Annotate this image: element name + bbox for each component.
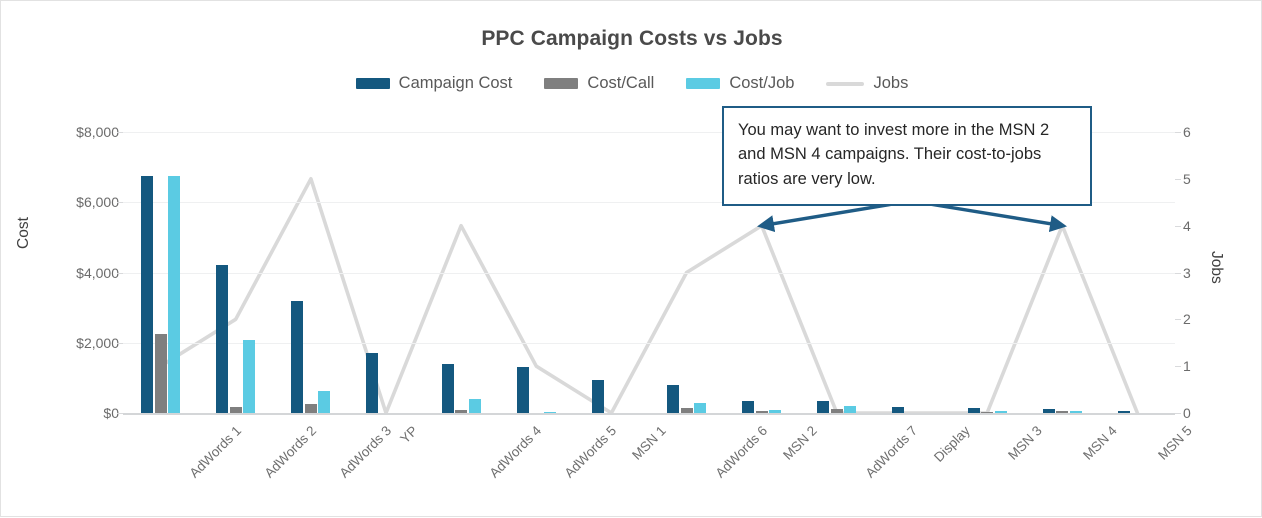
tick-mark-right xyxy=(1175,272,1181,274)
bar-campaign-cost[interactable] xyxy=(291,301,304,413)
tick-mark-right xyxy=(1175,413,1181,414)
x-axis-labels: AdWords 1 AdWords 2 AdWords 3 YP AdWords 4 Ad… xyxy=(123,417,1195,517)
x-axis-label: AdWords 1 xyxy=(186,423,244,481)
y-tick-right: 3 xyxy=(1183,264,1191,281)
bar-cost-job[interactable] xyxy=(168,175,181,413)
y-axis-left-title: Cost xyxy=(15,217,32,249)
y-tick-right: 1 xyxy=(1183,358,1191,375)
bar-group xyxy=(649,132,724,413)
legend-swatch-2 xyxy=(544,78,579,89)
bar-campaign-cost[interactable] xyxy=(1117,410,1130,413)
legend-item-cost-job[interactable]: Cost/Job xyxy=(686,74,794,93)
bar-campaign-cost[interactable] xyxy=(141,175,154,413)
legend-label: Cost/Call xyxy=(587,74,655,92)
tick-mark-right xyxy=(1175,366,1181,368)
legend-item-jobs[interactable]: Jobs xyxy=(826,74,908,93)
chart-legend: Campaign Cost Cost/Call Cost/Job Jobs xyxy=(1,74,1262,93)
bar-cost-call[interactable] xyxy=(304,404,317,413)
bar-campaign-cost[interactable] xyxy=(742,400,755,413)
bar-campaign-cost[interactable] xyxy=(591,379,604,413)
bar-cost-call[interactable] xyxy=(981,411,994,413)
bar-cost-call[interactable] xyxy=(229,406,242,413)
annotation-text: You may want to invest more in the MSN 2… xyxy=(738,121,1050,188)
y-tick-left: $4,000 xyxy=(76,264,119,281)
bar-group xyxy=(1100,132,1175,413)
chart-title: PPC Campaign Costs vs Jobs xyxy=(481,27,783,50)
x-axis-label: AdWords 4 xyxy=(486,423,545,481)
y-tick-right: 5 xyxy=(1183,170,1191,187)
legend-label: Jobs xyxy=(873,74,909,92)
bar-group xyxy=(348,132,423,413)
legend-swatch-4 xyxy=(826,81,865,86)
tick-mark-left xyxy=(117,413,123,414)
bar-cost-call[interactable] xyxy=(455,409,468,413)
bar-cost-job[interactable] xyxy=(468,399,481,413)
y-tick-left: $6,000 xyxy=(76,194,119,211)
x-axis-label: AdWords 7 xyxy=(862,423,920,481)
bar-group xyxy=(273,132,348,413)
bar-group xyxy=(424,132,499,413)
tick-mark-right xyxy=(1175,225,1181,227)
bar-cost-job[interactable] xyxy=(318,390,331,413)
bar-campaign-cost[interactable] xyxy=(216,264,229,413)
bar-campaign-cost[interactable] xyxy=(967,408,980,413)
bar-cost-job[interactable] xyxy=(694,402,707,413)
y-tick-left: $8,000 xyxy=(76,124,119,140)
bar-cost-job[interactable] xyxy=(769,410,782,413)
bar-campaign-cost[interactable] xyxy=(817,401,830,413)
bar-campaign-cost[interactable] xyxy=(441,363,454,413)
y-tick-right: 4 xyxy=(1183,217,1191,234)
bar-cost-call[interactable] xyxy=(830,408,843,413)
bar-cost-call[interactable] xyxy=(755,410,768,413)
bar-campaign-cost[interactable] xyxy=(1042,409,1055,413)
bar-cost-call[interactable] xyxy=(154,333,167,413)
bar-group xyxy=(499,132,574,413)
bar-campaign-cost[interactable] xyxy=(366,352,379,413)
legend-label: Campaign Cost xyxy=(398,74,513,92)
annotation-callout: You may want to invest more in the MSN 2… xyxy=(722,106,1092,206)
x-axis-line xyxy=(123,413,1175,415)
legend-label: Cost/Job xyxy=(729,74,795,92)
bar-group xyxy=(198,132,273,413)
x-axis-label: AdWords 6 xyxy=(712,423,770,481)
bar-cost-call[interactable] xyxy=(1056,411,1069,413)
bar-cost-job[interactable] xyxy=(1069,411,1082,413)
x-axis-label: AdWords 3 xyxy=(336,423,394,481)
bar-campaign-cost[interactable] xyxy=(516,367,529,413)
y-tick-left: $2,000 xyxy=(76,334,119,351)
bar-cost-call[interactable] xyxy=(680,408,693,413)
tick-mark-right xyxy=(1175,178,1181,180)
x-axis-label: MSN 2 xyxy=(779,423,820,463)
x-axis-label: MSN 3 xyxy=(1005,423,1046,463)
bar-campaign-cost[interactable] xyxy=(892,406,905,413)
bar-cost-job[interactable] xyxy=(243,339,256,413)
x-axis-label: MSN 4 xyxy=(1080,423,1121,463)
y-tick-right: 6 xyxy=(1183,124,1191,140)
bar-cost-job[interactable] xyxy=(994,410,1007,413)
y-axis-right-ticks: 0 1 2 3 4 5 6 xyxy=(1183,1,1223,518)
x-axis-label: Display xyxy=(930,423,973,465)
y-tick-right: 0 xyxy=(1183,405,1191,421)
x-axis-label: AdWords 2 xyxy=(261,423,319,481)
bar-group xyxy=(574,132,649,413)
bar-cost-job[interactable] xyxy=(543,411,556,413)
y-tick-right: 2 xyxy=(1183,311,1191,328)
legend-item-campaign-cost[interactable]: Campaign Cost xyxy=(355,74,513,93)
y-axis-left-ticks: $0 $2,000 $4,000 $6,000 $8,000 xyxy=(41,1,119,518)
tick-mark-right xyxy=(1175,132,1181,133)
ppc-combo-chart: PPC Campaign Costs vs Jobs Campaign Cost… xyxy=(1,1,1262,518)
x-axis-label: AdWords 5 xyxy=(561,423,620,481)
x-axis-label: YP xyxy=(397,423,421,447)
legend-swatch-1 xyxy=(355,78,390,89)
x-axis-label: MSN 1 xyxy=(629,423,670,463)
chart-frame: PPC Campaign Costs vs Jobs Campaign Cost… xyxy=(0,0,1262,517)
bar-cost-job[interactable] xyxy=(844,405,857,413)
legend-swatch-3 xyxy=(686,78,721,89)
tick-mark-right xyxy=(1175,319,1181,321)
bar-campaign-cost[interactable] xyxy=(667,384,680,413)
legend-item-cost-call[interactable]: Cost/Call xyxy=(544,74,654,93)
bar-group xyxy=(123,132,198,413)
